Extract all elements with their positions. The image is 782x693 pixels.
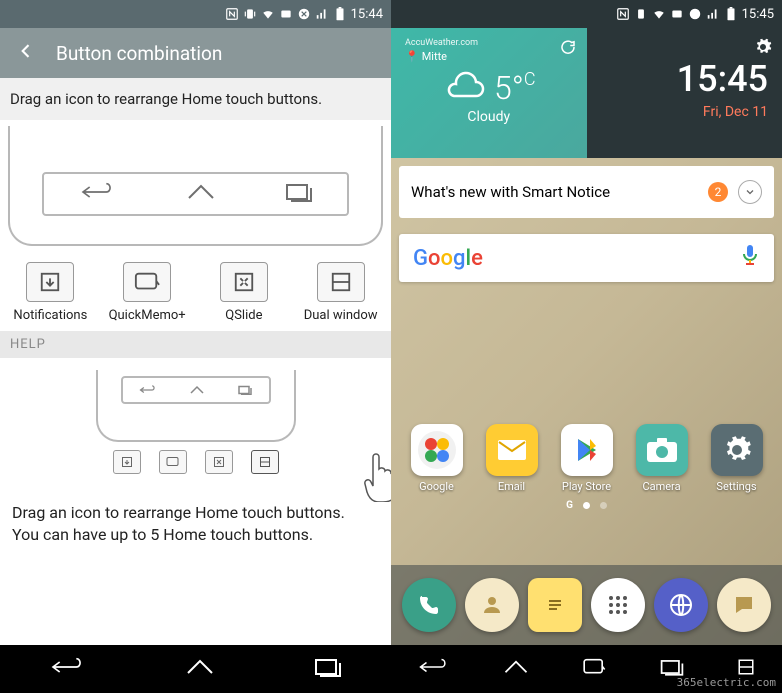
signal-icon (315, 7, 329, 21)
data-icon (279, 7, 293, 21)
app-settings[interactable]: Settings (703, 424, 771, 493)
dock-apps[interactable] (591, 578, 645, 632)
weather-widget[interactable]: AccuWeather.com 📍Mitte 5°C Cloudy (391, 28, 587, 158)
mini-qslide-icon (205, 450, 233, 474)
location-pin-icon: 📍 (405, 50, 419, 63)
data-icon (670, 7, 684, 21)
status-time: 15:44 (351, 7, 383, 22)
app-google[interactable]: Google (403, 424, 471, 493)
status-bar-right: 15:45 (391, 0, 782, 28)
sim-icon (688, 7, 702, 21)
option-quickmemo[interactable]: QuickMemo+ (101, 262, 193, 323)
nav-preview-bar[interactable] (42, 172, 349, 216)
google-logo: Google (413, 246, 483, 271)
status-time: 15:45 (742, 7, 774, 22)
refresh-icon[interactable] (559, 38, 577, 60)
app-camera[interactable]: Camera (628, 424, 696, 493)
weather-location: Mitte (422, 50, 447, 63)
cloud-icon (442, 70, 486, 106)
dock-contacts[interactable] (465, 578, 519, 632)
vibrate-icon (634, 7, 648, 21)
nav-back-button[interactable] (48, 657, 88, 681)
mini-quickmemo-icon (159, 450, 187, 474)
dock-memo[interactable] (528, 578, 582, 632)
help-heading: HELP (0, 331, 391, 358)
weather-temp: 5° (494, 69, 524, 107)
help-preview (96, 370, 296, 442)
dock-messages[interactable] (717, 578, 771, 632)
mini-dualwindow-icon (251, 450, 279, 474)
dock-browser[interactable] (654, 578, 708, 632)
option-qslide[interactable]: QSlide (198, 262, 290, 323)
signal-icon (706, 7, 720, 21)
wifi-icon (261, 7, 275, 21)
nav-home-button[interactable] (502, 658, 530, 680)
battery-icon (333, 7, 347, 21)
sim-icon (297, 7, 311, 21)
header-bar: Button combination (0, 28, 391, 78)
weather-condition: Cloudy (405, 109, 573, 125)
watermark: 365electric.com (677, 676, 776, 689)
help-text-line2: You can have up to 5 Home touch buttons. (12, 524, 379, 546)
clock-widget[interactable]: 15:45 Fri, Dec 11 (587, 28, 782, 158)
nav-back-button[interactable] (416, 658, 452, 680)
option-notifications[interactable]: Notifications (4, 262, 96, 323)
dock-phone[interactable] (402, 578, 456, 632)
weather-source: AccuWeather.com (405, 38, 573, 48)
back-nav-icon[interactable] (78, 182, 118, 206)
clock-date: Fri, Dec 11 (601, 104, 769, 120)
nfc-icon (225, 7, 239, 21)
mic-icon[interactable] (740, 244, 760, 272)
mini-notifications-icon (113, 450, 141, 474)
vibrate-icon (243, 7, 257, 21)
app-email[interactable]: Email (478, 424, 546, 493)
button-options: Notifications QuickMemo+ QSlide Dual win… (0, 258, 391, 331)
gear-icon[interactable] (754, 38, 772, 60)
option-dualwindow[interactable]: Dual window (295, 262, 387, 323)
home-nav-icon[interactable] (185, 182, 217, 206)
wifi-icon (652, 7, 666, 21)
nfc-icon (616, 7, 630, 21)
status-bar-left: 15:44 (0, 0, 391, 28)
weather-unit: C (524, 69, 536, 90)
smart-notice-card[interactable]: What's new with Smart Notice 2 (399, 166, 774, 218)
clock-time: 15:45 (601, 58, 769, 100)
nav-home-button[interactable] (184, 657, 216, 681)
dock (391, 565, 782, 645)
nav-recent-button[interactable] (313, 657, 343, 681)
notice-text: What's new with Smart Notice (411, 183, 610, 201)
back-icon[interactable] (16, 41, 36, 65)
system-nav-left (0, 645, 391, 693)
app-playstore[interactable]: Play Store (553, 424, 621, 493)
help-text-line1: Drag an icon to rearrange Home touch but… (12, 502, 379, 524)
page-indicator[interactable]: G (391, 500, 782, 511)
google-search-bar[interactable]: Google (399, 234, 774, 282)
recent-nav-icon[interactable] (284, 182, 314, 206)
chevron-down-icon[interactable] (738, 180, 762, 204)
nav-quickmemo-button[interactable] (580, 658, 608, 680)
notice-badge: 2 (708, 182, 728, 202)
battery-icon (724, 7, 738, 21)
instruction-text: Drag an icon to rearrange Home touch but… (0, 78, 391, 120)
device-preview (8, 126, 383, 246)
page-title: Button combination (56, 42, 222, 65)
